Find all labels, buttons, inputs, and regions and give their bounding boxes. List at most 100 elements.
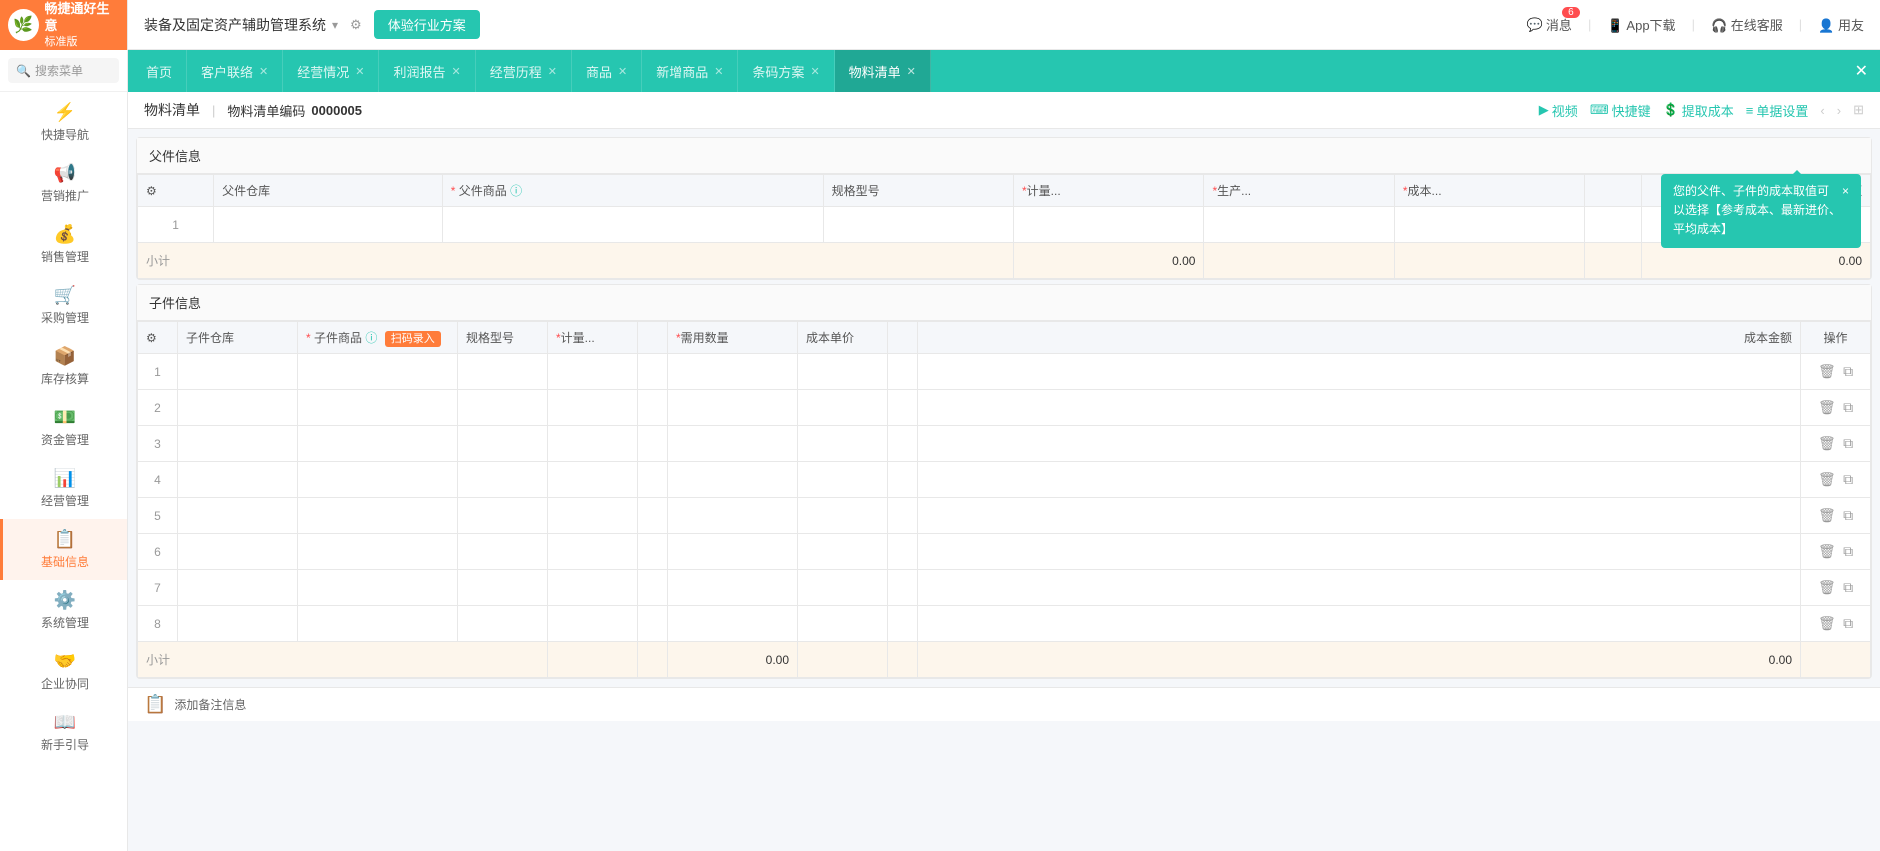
section-title-text: 父件信息: [149, 149, 201, 164]
copy-row-button[interactable]: ⧉: [1843, 435, 1853, 451]
message-button[interactable]: 💬 消息 6: [1527, 15, 1572, 34]
search-menu-button[interactable]: 🔍 搜索菜单: [8, 58, 119, 83]
parent-col-gear[interactable]: ⚙: [138, 175, 214, 207]
scan-badge[interactable]: 扫码录入: [385, 331, 441, 347]
parent-col-spec: 规格型号: [823, 175, 1013, 207]
add-note-icon[interactable]: 📋: [144, 694, 166, 715]
tab-close-icon[interactable]: ✕: [259, 65, 268, 78]
app-label: App下载: [1626, 18, 1675, 33]
prev-icon[interactable]: ‹: [1820, 103, 1824, 118]
copy-row-button[interactable]: ⧉: [1843, 471, 1853, 487]
sidebar-item-basic-info[interactable]: 📋 基础信息: [0, 519, 127, 580]
table-row: 7 🗑 ⧉: [138, 570, 1871, 606]
copy-row-button[interactable]: ⧉: [1843, 579, 1853, 595]
copy-row-button[interactable]: ⧉: [1843, 507, 1853, 523]
parent-cost-cell[interactable]: [1394, 207, 1584, 243]
section-title-text: 子件信息: [149, 296, 201, 311]
child-unit-cost-cell[interactable]: [798, 354, 888, 390]
copy-row-button[interactable]: ⧉: [1843, 615, 1853, 631]
delete-row-button[interactable]: 🗑: [1818, 579, 1836, 595]
settings-action[interactable]: ≡ 单据设置: [1746, 101, 1809, 120]
tab-close-icon[interactable]: ✕: [355, 65, 364, 78]
child-amount-cell: [918, 354, 1801, 390]
cost-action[interactable]: 💲 提取成本: [1663, 101, 1734, 120]
delete-row-button[interactable]: 🗑: [1818, 363, 1836, 379]
child-col-amount: 成本金额: [918, 322, 1801, 354]
delete-row-button[interactable]: 🗑: [1818, 615, 1836, 631]
parent-product-cell[interactable]: [442, 207, 823, 243]
sidebar-item-sales[interactable]: 💰 销售管理: [0, 214, 127, 275]
tab-barcode[interactable]: 条码方案 ✕: [738, 50, 834, 92]
settings-icon[interactable]: ⚙: [350, 17, 362, 33]
tab-home[interactable]: 首页: [132, 50, 187, 92]
delete-row-button[interactable]: 🗑: [1818, 507, 1836, 523]
parent-production-cell[interactable]: [1204, 207, 1394, 243]
row-number: 2: [138, 390, 178, 426]
sidebar-item-marketing[interactable]: 📢 营销推广: [0, 153, 127, 214]
sales-icon: 💰: [54, 224, 76, 245]
sidebar-item-label: 资金管理: [41, 431, 89, 448]
app-download-button[interactable]: 📱 App下载: [1607, 15, 1675, 34]
next-icon[interactable]: ›: [1837, 103, 1841, 118]
child-product-cell[interactable]: [298, 354, 458, 390]
tab-history[interactable]: 经营历程 ✕: [476, 50, 572, 92]
parent-warehouse-cell[interactable]: [214, 207, 443, 243]
tabs-close-all[interactable]: ✕: [1847, 61, 1876, 81]
child-subtotal-row: 小计 0.00 0.00: [138, 642, 1871, 678]
delete-row-button[interactable]: 🗑: [1818, 543, 1836, 559]
tab-products[interactable]: 商品 ✕: [572, 50, 642, 92]
tab-label: 新增商品: [656, 62, 708, 81]
tab-bom[interactable]: 物料清单 ✕: [835, 50, 931, 92]
view-action[interactable]: ▶ 视频: [1539, 101, 1578, 120]
sidebar-item-enterprise[interactable]: 🤝 企业协同: [0, 641, 127, 702]
sidebar-logo: 🌿 畅捷通好生意 标准版: [0, 0, 127, 50]
tab-close-icon[interactable]: ✕: [907, 65, 916, 78]
parent-table: ⚙ 父件仓库 * 父件商品 ⓘ 规格型号 *计量...: [137, 174, 1871, 279]
shortcut-action[interactable]: ⌨ 快捷键: [1590, 101, 1651, 120]
sidebar-item-purchase[interactable]: 🛒 采购管理: [0, 275, 127, 336]
child-qty-cell[interactable]: [668, 354, 798, 390]
tab-close-icon[interactable]: ✕: [618, 65, 627, 78]
sidebar-item-label: 采购管理: [41, 309, 89, 326]
sidebar-item-finance[interactable]: 💵 资金管理: [0, 397, 127, 458]
tab-close-icon[interactable]: ✕: [452, 65, 461, 78]
service-label: 在线客服: [1731, 18, 1783, 33]
delete-row-button[interactable]: 🗑: [1818, 399, 1836, 415]
sidebar-item-operations[interactable]: 📊 经营管理: [0, 458, 127, 519]
parent-col-warehouse: 父件仓库: [214, 175, 443, 207]
sidebar-item-inventory[interactable]: 📦 库存核算: [0, 336, 127, 397]
user-button[interactable]: 👤 用友: [1818, 15, 1864, 34]
copy-row-button[interactable]: ⧉: [1843, 399, 1853, 415]
add-note-label[interactable]: 添加备注信息: [174, 696, 246, 713]
shortcut-label: 快捷键: [1612, 101, 1651, 120]
child-col-gear[interactable]: ⚙: [138, 322, 178, 354]
tab-customer[interactable]: 客户联络 ✕: [187, 50, 283, 92]
tab-close-icon[interactable]: ✕: [714, 65, 723, 78]
tooltip-close-button[interactable]: ×: [1842, 182, 1849, 201]
tab-profit[interactable]: 利润报告 ✕: [379, 50, 475, 92]
expand-icon[interactable]: ⊞: [1853, 102, 1864, 118]
parent-unit-cell[interactable]: [1014, 207, 1204, 243]
sidebar-item-quick-nav[interactable]: ⚡ 快捷导航: [0, 92, 127, 153]
child-spec-cell[interactable]: [458, 354, 548, 390]
tab-operations[interactable]: 经营情况 ✕: [283, 50, 379, 92]
parent-spec-cell[interactable]: [823, 207, 1013, 243]
trial-button[interactable]: 体验行业方案: [374, 10, 480, 39]
sidebar-item-label: 经营管理: [41, 492, 89, 509]
delete-row-button[interactable]: 🗑: [1818, 471, 1836, 487]
tab-new-product[interactable]: 新增商品 ✕: [642, 50, 738, 92]
tab-close-icon[interactable]: ✕: [548, 65, 557, 78]
parent-section: 父件信息 ⚙ 父件仓库 * 父件商品 ⓘ 规格型号: [136, 137, 1872, 280]
copy-row-button[interactable]: ⧉: [1843, 363, 1853, 379]
sidebar-item-system[interactable]: ⚙️ 系统管理: [0, 580, 127, 641]
child-unit-cell[interactable]: [548, 354, 638, 390]
tab-label: 利润报告: [393, 62, 445, 81]
parent-col-product: * 父件商品 ⓘ: [442, 175, 823, 207]
copy-row-button[interactable]: ⧉: [1843, 543, 1853, 559]
online-service-button[interactable]: 🎧 在线客服: [1711, 15, 1783, 34]
sidebar-item-guide[interactable]: 📖 新手引导: [0, 702, 127, 763]
tab-close-icon[interactable]: ✕: [810, 65, 819, 78]
child-warehouse-cell[interactable]: [178, 354, 298, 390]
delete-row-button[interactable]: 🗑: [1818, 435, 1836, 451]
sidebar-item-label: 基础信息: [41, 553, 89, 570]
